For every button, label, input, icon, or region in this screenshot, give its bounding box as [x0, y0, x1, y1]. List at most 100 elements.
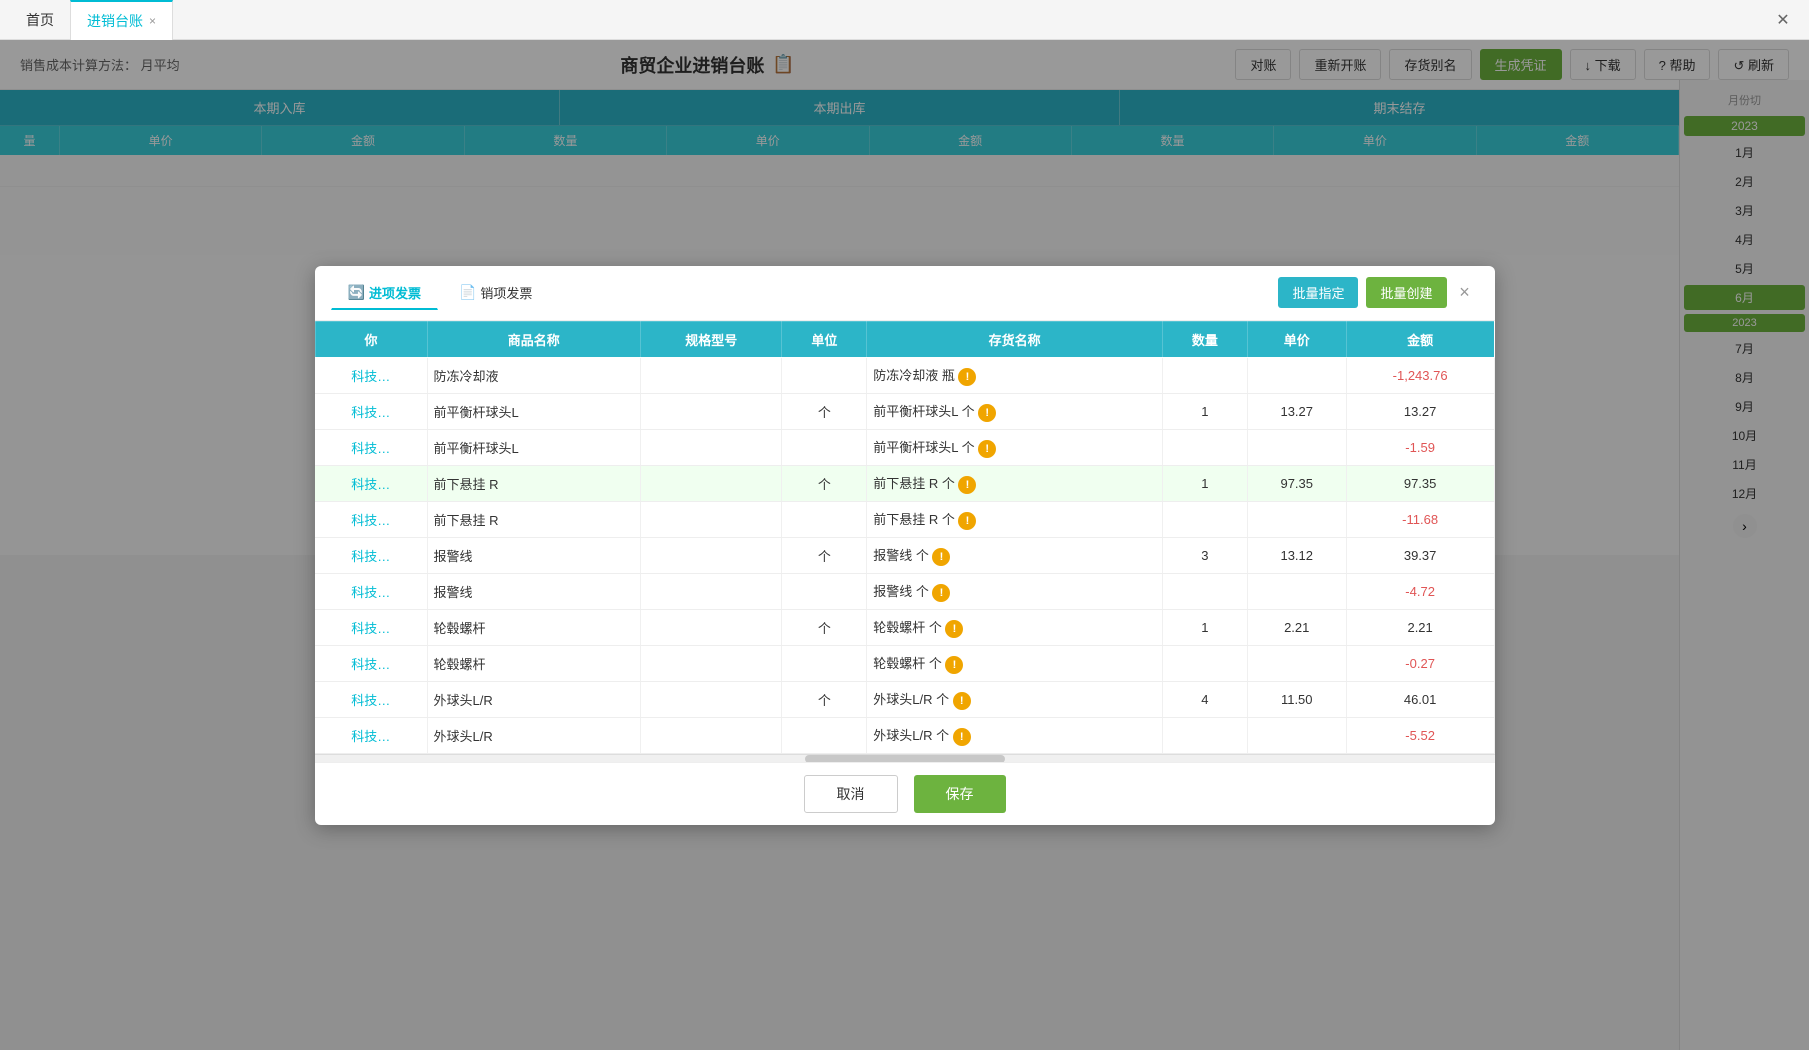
cell-amount: 39.37	[1346, 537, 1494, 573]
cell-price	[1247, 501, 1346, 537]
cell-amount: 46.01	[1346, 681, 1494, 717]
cell-spec	[641, 681, 782, 717]
tab-close-icon[interactable]: ×	[149, 1, 156, 41]
modal-header: 🔄 进项发票 📄 销项发票 批量指定 批量创建 ×	[315, 266, 1495, 321]
cell-qty: 1	[1162, 609, 1247, 645]
table-row: 科技… 前平衡杆球头L 个 前平衡杆球头L 个 ! 1 13.27 13.27	[315, 393, 1494, 429]
col-product: 商品名称	[427, 321, 641, 357]
cell-company: 科技…	[315, 501, 427, 537]
cancel-button[interactable]: 取消	[804, 775, 898, 813]
tab-incoming-label: 进项发票	[369, 283, 421, 302]
cell-spec	[641, 537, 782, 573]
cell-inventory: 轮毂螺杆 个 !	[867, 609, 1163, 645]
warning-icon: !	[958, 512, 976, 530]
table-row: 科技… 外球头L/R 外球头L/R 个 ! -5.52	[315, 717, 1494, 753]
modal-close-button[interactable]: ×	[1451, 279, 1479, 307]
cell-inventory: 前下悬挂 R 个 !	[867, 501, 1163, 537]
cell-product: 前平衡杆球头L	[427, 429, 641, 465]
cell-amount: 97.35	[1346, 465, 1494, 501]
col-qty: 数量	[1162, 321, 1247, 357]
cell-company: 科技…	[315, 429, 427, 465]
tab-outgoing-label: 销项发票	[480, 283, 532, 302]
col-amount: 金额	[1346, 321, 1494, 357]
cell-qty	[1162, 501, 1247, 537]
cell-product: 前平衡杆球头L	[427, 393, 641, 429]
cell-unit: 个	[782, 465, 867, 501]
horizontal-scrollbar[interactable]	[315, 754, 1495, 762]
cell-product: 前下悬挂 R	[427, 465, 641, 501]
cell-qty	[1162, 717, 1247, 753]
cell-inventory: 报警线 个 !	[867, 573, 1163, 609]
cell-amount: -1.59	[1346, 429, 1494, 465]
save-button[interactable]: 保存	[914, 775, 1006, 813]
cell-unit	[782, 717, 867, 753]
cell-spec	[641, 717, 782, 753]
cell-price: 97.35	[1247, 465, 1346, 501]
cell-company: 科技…	[315, 537, 427, 573]
cell-spec	[641, 645, 782, 681]
table-row: 科技… 外球头L/R 个 外球头L/R 个 ! 4 11.50 46.01	[315, 681, 1494, 717]
cell-price	[1247, 717, 1346, 753]
cell-spec	[641, 357, 782, 393]
modal-dialog: 🔄 进项发票 📄 销项发票 批量指定 批量创建 ×	[315, 266, 1495, 825]
table-row: 科技… 轮毂螺杆 个 轮毂螺杆 个 ! 1 2.21 2.21	[315, 609, 1494, 645]
cell-price	[1247, 357, 1346, 393]
cell-unit: 个	[782, 393, 867, 429]
cell-product: 轮毂螺杆	[427, 609, 641, 645]
cell-company: 科技…	[315, 645, 427, 681]
tab-outgoing-invoice[interactable]: 📄 销项发票	[442, 276, 549, 309]
cell-qty	[1162, 429, 1247, 465]
col-spec: 规格型号	[641, 321, 782, 357]
cell-inventory: 前平衡杆球头L 个 !	[867, 429, 1163, 465]
cell-spec	[641, 429, 782, 465]
tab-bar: 首页 进销台账 × ✕	[0, 0, 1809, 40]
cell-qty: 1	[1162, 393, 1247, 429]
incoming-icon: 🔄	[348, 284, 365, 301]
cell-price	[1247, 573, 1346, 609]
cell-qty	[1162, 573, 1247, 609]
warning-icon: !	[945, 656, 963, 674]
cell-price: 2.21	[1247, 609, 1346, 645]
warning-icon: !	[958, 476, 976, 494]
cell-company: 科技…	[315, 609, 427, 645]
table-row: 科技… 防冻冷却液 防冻冷却液 瓶 ! -1,243.76	[315, 357, 1494, 393]
cell-unit	[782, 573, 867, 609]
table-row: 科技… 前下悬挂 R 个 前下悬挂 R 个 ! 1 97.35 97.35	[315, 465, 1494, 501]
cell-product: 外球头L/R	[427, 717, 641, 753]
warning-icon: !	[978, 404, 996, 422]
cell-company: 科技…	[315, 717, 427, 753]
cell-unit	[782, 357, 867, 393]
tab-active-label: 进销台账	[87, 1, 143, 41]
cell-product: 外球头L/R	[427, 681, 641, 717]
cell-amount: -5.52	[1346, 717, 1494, 753]
cell-amount: -0.27	[1346, 645, 1494, 681]
cell-product: 防冻冷却液	[427, 357, 641, 393]
warning-icon: !	[953, 728, 971, 746]
cell-spec	[641, 393, 782, 429]
cell-amount: 13.27	[1346, 393, 1494, 429]
table-row: 科技… 前下悬挂 R 前下悬挂 R 个 ! -11.68	[315, 501, 1494, 537]
tab-home[interactable]: 首页	[10, 0, 70, 40]
col-inventory: 存货名称	[867, 321, 1163, 357]
warning-icon: !	[953, 692, 971, 710]
window-close-button[interactable]: ✕	[1767, 4, 1799, 36]
cell-inventory: 前下悬挂 R 个 !	[867, 465, 1163, 501]
warning-icon: !	[932, 584, 950, 602]
table-row: 科技… 报警线 个 报警线 个 ! 3 13.12 39.37	[315, 537, 1494, 573]
cell-price: 11.50	[1247, 681, 1346, 717]
batch-create-button[interactable]: 批量创建	[1366, 277, 1446, 308]
cell-company: 科技…	[315, 573, 427, 609]
cell-product: 报警线	[427, 537, 641, 573]
tab-active[interactable]: 进销台账 ×	[70, 0, 173, 40]
cell-amount: -4.72	[1346, 573, 1494, 609]
cell-spec	[641, 465, 782, 501]
cell-product: 轮毂螺杆	[427, 645, 641, 681]
cell-inventory: 外球头L/R 个 !	[867, 717, 1163, 753]
cell-spec	[641, 501, 782, 537]
tab-incoming-invoice[interactable]: 🔄 进项发票	[331, 276, 438, 310]
cell-product: 报警线	[427, 573, 641, 609]
modal-action-buttons: 批量指定 批量创建	[1278, 277, 1446, 308]
cell-unit: 个	[782, 609, 867, 645]
batch-assign-button[interactable]: 批量指定	[1278, 277, 1358, 308]
cell-amount: -1,243.76	[1346, 357, 1494, 393]
